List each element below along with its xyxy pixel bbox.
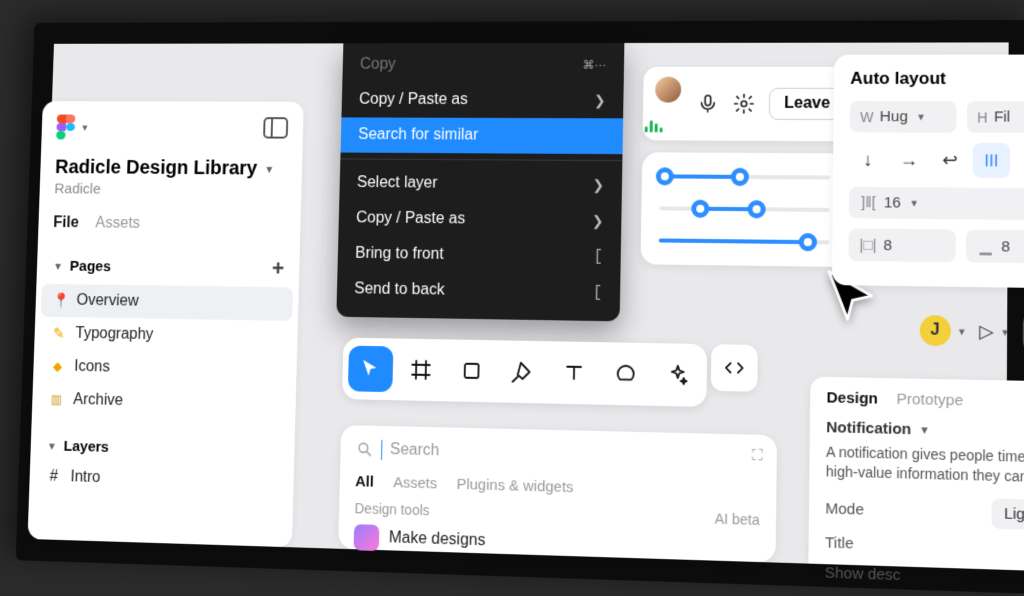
- mode-select[interactable]: Light▾: [991, 498, 1024, 531]
- ctx-copy-paste-as-2[interactable]: Copy / Paste as❯: [338, 201, 621, 239]
- chevron-down-icon: ▾: [263, 163, 276, 176]
- chevron-down-icon[interactable]: ▾: [45, 439, 58, 452]
- pad-v-icon: ▁: [976, 237, 995, 256]
- context-menu: Copy⌘··· Copy / Paste as❯ Search for sim…: [336, 43, 624, 321]
- asset-thumb-icon: [354, 524, 380, 551]
- bracket-icon: [: [593, 248, 603, 266]
- title-label: Title: [825, 534, 854, 552]
- gear-icon[interactable]: [733, 93, 755, 115]
- gap-field[interactable]: ]‖[16▾: [849, 187, 1024, 221]
- auto-layout-title: Auto layout: [850, 69, 1024, 89]
- avatar: J: [919, 315, 950, 346]
- sliders-card: [641, 152, 849, 267]
- tab-prototype[interactable]: Prototype: [896, 391, 963, 410]
- assets-tab-plugins[interactable]: Plugins & widgets: [456, 476, 573, 496]
- chevron-right-icon: ❯: [594, 92, 606, 109]
- ctx-copy-paste-as[interactable]: Copy / Paste as❯: [341, 82, 623, 118]
- figma-logo-icon: [56, 115, 75, 140]
- diamond-icon: ◆: [50, 359, 65, 375]
- padding-v-field[interactable]: ▁8: [966, 230, 1024, 264]
- layer-intro[interactable]: #Intro: [35, 460, 289, 500]
- chevron-down-icon[interactable]: ▾: [52, 259, 65, 272]
- panel-toggle-icon[interactable]: [263, 117, 288, 138]
- height-mode[interactable]: HFil: [967, 101, 1024, 133]
- search-icon: [356, 440, 374, 458]
- comment-tool[interactable]: [602, 350, 649, 397]
- shortcut-icon: ⌘···: [583, 58, 607, 72]
- pencil-icon: ✎: [51, 325, 66, 343]
- frame-tool[interactable]: [398, 347, 444, 394]
- left-sidebar: ▾ Radicle Design Library▾ Radicle File A…: [28, 101, 304, 547]
- text-tool[interactable]: [551, 349, 597, 396]
- tab-design[interactable]: Design: [826, 389, 878, 408]
- dev-mode-button[interactable]: [711, 344, 758, 392]
- ctx-select-layer[interactable]: Select layer❯: [339, 165, 622, 203]
- user-menu[interactable]: J ▾: [919, 315, 969, 347]
- project-title[interactable]: Radicle Design Library▾: [40, 139, 303, 182]
- archive-icon: ▥: [49, 392, 64, 408]
- assets-panel: ⛶ Search All Assets Plugins & widgets De…: [338, 425, 777, 563]
- ctx-copy[interactable]: Copy⌘···: [342, 47, 624, 83]
- voice-activity-icon: [645, 118, 683, 132]
- ctx-send-back[interactable]: Send to back[: [337, 271, 621, 311]
- search-placeholder: Search: [390, 441, 440, 460]
- canvas-toolbar: [342, 338, 707, 407]
- chevron-right-icon: ❯: [592, 176, 604, 193]
- rectangle-tool[interactable]: [449, 347, 495, 394]
- search-input[interactable]: Search: [356, 439, 761, 469]
- mode-label: Mode: [825, 500, 864, 519]
- layers-header: Layers: [63, 438, 109, 456]
- bracket-icon: [: [593, 284, 603, 302]
- mic-icon[interactable]: [697, 93, 719, 115]
- tab-assets[interactable]: Assets: [95, 215, 140, 233]
- show-desc-label: Show desc: [825, 564, 901, 584]
- avatar[interactable]: [653, 75, 683, 105]
- pointer-tool[interactable]: [348, 346, 394, 393]
- ai-beta-badge: AI beta: [715, 510, 760, 528]
- dir-wrap-button[interactable]: ↩: [931, 143, 968, 178]
- auto-layout-panel: Auto layout WHug▾ HFil ↓ → ↩ ]‖[16▾ |□|8…: [832, 55, 1024, 289]
- dir-stack-button[interactable]: [973, 143, 1011, 178]
- assets-tab-assets[interactable]: Assets: [393, 474, 437, 492]
- share-bar: J ▾ ▷▾ Sha: [821, 309, 1024, 353]
- dir-right-button[interactable]: →: [890, 143, 927, 178]
- chevron-down-icon: ▾: [78, 121, 91, 134]
- section-description: A notification gives people timely, high…: [826, 442, 1024, 487]
- page-typography[interactable]: ✎Typography: [40, 317, 293, 355]
- play-icon: ▷: [979, 321, 994, 343]
- collab-bar: Leave: [643, 67, 856, 142]
- ctx-search-similar[interactable]: Search for similar: [341, 117, 624, 154]
- ctx-bring-front[interactable]: Bring to front[: [337, 236, 621, 275]
- chevron-down-icon: ▾: [917, 423, 931, 437]
- assets-tab-all[interactable]: All: [355, 473, 374, 491]
- padding-h-field[interactable]: |□|8: [848, 228, 955, 262]
- assets-group: Design tools: [354, 500, 429, 518]
- tab-file[interactable]: File: [53, 214, 79, 232]
- page-overview[interactable]: 📍Overview: [41, 284, 293, 321]
- page-archive[interactable]: ▥Archive: [37, 383, 290, 422]
- pen-tool[interactable]: [500, 348, 546, 395]
- range-slider[interactable]: [659, 234, 830, 248]
- figma-menu[interactable]: ▾: [56, 115, 91, 140]
- expand-icon[interactable]: ⛶: [752, 447, 763, 465]
- present-button[interactable]: ▷▾: [979, 321, 1012, 343]
- chevron-right-icon: ❯: [592, 212, 604, 229]
- chevron-down-icon: ▾: [955, 324, 969, 338]
- range-slider[interactable]: [659, 202, 829, 216]
- range-slider[interactable]: [660, 170, 830, 183]
- frame-icon: #: [46, 468, 61, 486]
- design-panel: ↗ Design Prototype Notification▾ A notif…: [808, 377, 1024, 573]
- add-page-button[interactable]: +: [272, 256, 285, 282]
- asset-item[interactable]: Make designs: [354, 524, 760, 563]
- pad-h-icon: |□|: [859, 236, 878, 254]
- ai-tool[interactable]: [654, 351, 701, 399]
- dir-down-button[interactable]: ↓: [849, 142, 886, 177]
- section-notification[interactable]: Notification: [826, 419, 911, 438]
- width-mode[interactable]: WHug▾: [850, 101, 957, 133]
- pages-header: Pages: [70, 258, 112, 275]
- project-team: Radicle: [39, 181, 302, 213]
- page-icons[interactable]: ◆Icons: [39, 350, 292, 388]
- pin-icon: 📍: [52, 292, 67, 310]
- gap-icon: ]‖[: [859, 194, 878, 211]
